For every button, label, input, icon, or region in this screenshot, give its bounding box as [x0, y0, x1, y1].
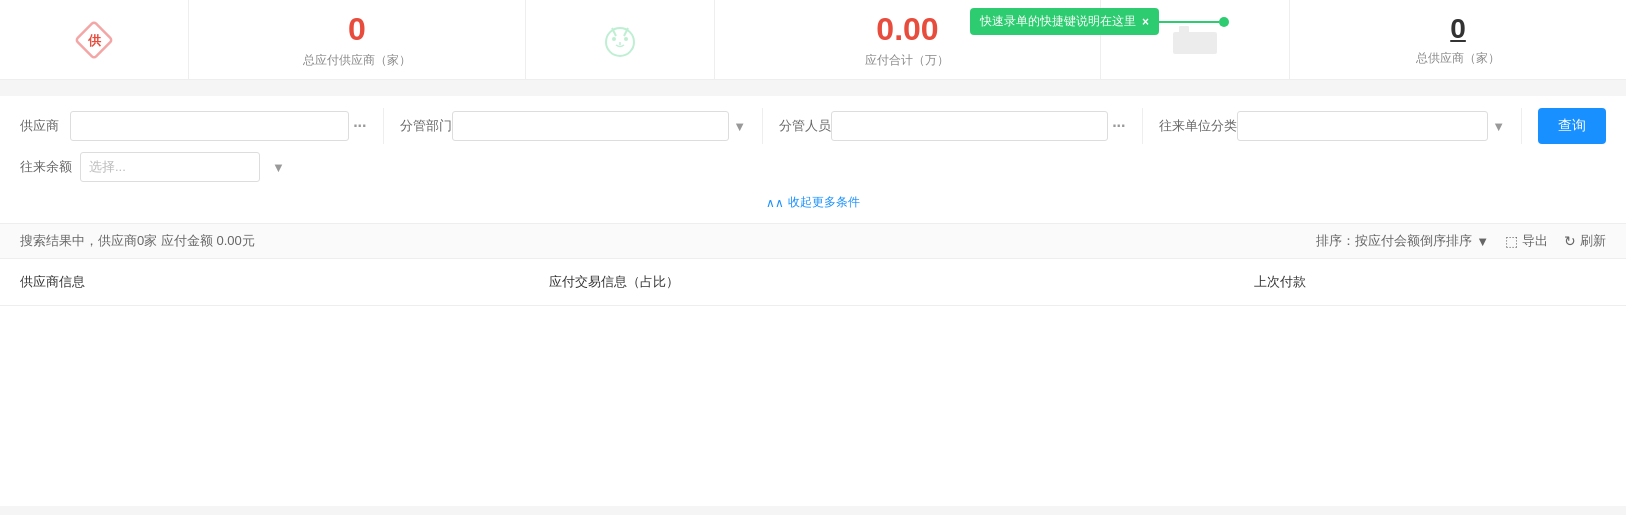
diamond-icon: 供	[68, 14, 120, 66]
person-input-box[interactable]	[831, 111, 1108, 141]
unit-category-input[interactable]	[1246, 119, 1480, 134]
tooltip-line	[1159, 21, 1219, 23]
table-body	[0, 306, 1626, 506]
svg-text:供: 供	[86, 33, 101, 48]
tooltip-close[interactable]: ×	[1142, 15, 1149, 29]
table-header: 供应商信息 应付交易信息（占比） 上次付款	[0, 259, 1626, 306]
results-actions: 排序：按应付会额倒序排序 ▼ ⬚ 导出 ↻ 刷新	[1316, 232, 1606, 250]
department-input-box[interactable]	[452, 111, 730, 141]
filter-row-2: 往来余额 选择... ▼	[20, 152, 1606, 182]
refresh-label: 刷新	[1580, 232, 1606, 250]
collapse-button[interactable]: ∧∧ 收起更多条件	[766, 194, 860, 211]
payable-suppliers-value: 0	[348, 10, 366, 48]
balance-placeholder: 选择...	[89, 158, 126, 176]
person-input[interactable]	[840, 119, 1099, 134]
stat-item-cat-icon	[526, 0, 715, 79]
department-label: 分管部门	[400, 117, 452, 135]
department-input[interactable]	[461, 119, 721, 134]
collapse-row: ∧∧ 收起更多条件	[20, 186, 1606, 215]
stat-item-payable-suppliers: 0 总应付供应商（家）	[189, 0, 526, 79]
filter-department: 分管部门 ▼	[384, 108, 764, 144]
stat-item-placeholder-icon: 快速录单的快捷键说明在这里 ×	[1101, 0, 1290, 79]
filter-row-1: 供应商 ··· 分管部门 ▼ 分管人员 ··· 往来单位分类 ▼	[20, 108, 1606, 144]
filter-person: 分管人员 ···	[763, 108, 1143, 144]
tooltip-text: 快速录单的快捷键说明在这里	[980, 13, 1136, 30]
results-summary: 搜索结果中，供应商0家 应付金额 0.00元	[20, 232, 255, 250]
tooltip-dot	[1219, 17, 1229, 27]
supplier-dots[interactable]: ···	[353, 117, 366, 135]
export-label: 导出	[1522, 232, 1548, 250]
cat-icon	[594, 14, 646, 66]
supplier-input-box[interactable]	[70, 111, 349, 141]
stats-bar: 供 0 总应付供应商（家） 0.00 应付合计（万） 快速录单的快捷键说明	[0, 0, 1626, 80]
balance-label: 往来余额	[20, 158, 72, 176]
collapse-label: 收起更多条件	[788, 194, 860, 211]
collapse-up-icon: ∧∧	[766, 196, 784, 210]
person-dots[interactable]: ···	[1112, 117, 1125, 135]
query-button[interactable]: 查询	[1538, 108, 1606, 144]
payable-total-value: 0.00	[876, 10, 938, 48]
payable-suppliers-label: 总应付供应商（家）	[303, 52, 411, 69]
results-bar: 搜索结果中，供应商0家 应付金额 0.00元 排序：按应付会额倒序排序 ▼ ⬚ …	[0, 224, 1626, 259]
filter-supplier: 供应商 ···	[20, 108, 384, 144]
total-suppliers-label: 总供应商（家）	[1416, 50, 1500, 67]
balance-arrow[interactable]: ▼	[272, 160, 285, 175]
department-arrow[interactable]: ▼	[733, 119, 746, 134]
svg-point-4	[624, 37, 628, 41]
sort-select[interactable]: 排序：按应付会额倒序排序 ▼	[1316, 232, 1489, 250]
tooltip-container: 快速录单的快捷键说明在这里 ×	[970, 8, 1229, 35]
supplier-label: 供应商	[20, 117, 70, 135]
total-suppliers-value: 0	[1450, 12, 1466, 46]
filter-section: 供应商 ··· 分管部门 ▼ 分管人员 ··· 往来单位分类 ▼	[0, 96, 1626, 224]
export-button[interactable]: ⬚ 导出	[1505, 232, 1548, 250]
filter-unit-category: 往来单位分类 ▼	[1143, 108, 1523, 144]
refresh-icon: ↻	[1564, 233, 1576, 249]
svg-point-3	[612, 37, 616, 41]
unit-category-label: 往来单位分类	[1159, 117, 1237, 135]
query-btn-wrapper: 查询	[1522, 108, 1606, 144]
unit-category-arrow[interactable]: ▼	[1492, 119, 1505, 134]
sort-label: 排序：按应付会额倒序排序	[1316, 232, 1472, 250]
stat-item-total-suppliers: 0 总供应商（家）	[1290, 0, 1626, 79]
table-col-transaction-info: 应付交易信息（占比）	[549, 273, 1254, 291]
unit-category-input-box[interactable]	[1237, 111, 1489, 141]
table-container: 供应商信息 应付交易信息（占比） 上次付款	[0, 259, 1626, 506]
export-icon: ⬚	[1505, 233, 1518, 249]
stat-item-logo: 供	[0, 0, 189, 79]
table-col-supplier-info: 供应商信息	[20, 273, 549, 291]
tooltip-bubble: 快速录单的快捷键说明在这里 ×	[970, 8, 1159, 35]
person-label: 分管人员	[779, 117, 831, 135]
supplier-input[interactable]	[79, 119, 340, 134]
table-col-last-payment: 上次付款	[1254, 273, 1606, 291]
balance-select-box[interactable]: 选择...	[80, 152, 260, 182]
balance-filter: 往来余额 选择... ▼	[20, 152, 285, 182]
refresh-button[interactable]: ↻ 刷新	[1564, 232, 1606, 250]
sort-arrow: ▼	[1476, 234, 1489, 249]
payable-total-label: 应付合计（万）	[865, 52, 949, 69]
